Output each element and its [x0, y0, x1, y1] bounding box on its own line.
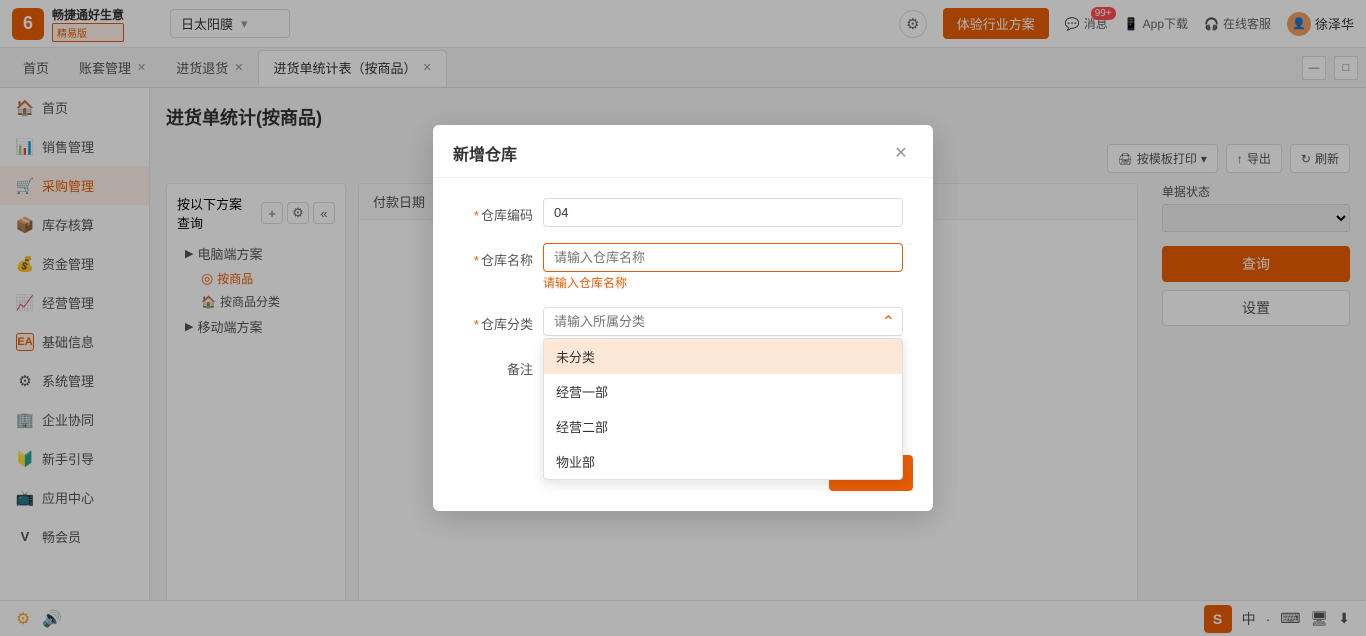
warehouse-category-row: 仓库分类 ⌃ 未分类 经营一部 经营二部 物业部	[463, 307, 903, 336]
warehouse-code-row: 仓库编码	[463, 198, 903, 227]
dropdown-item-dept3[interactable]: 物业部	[544, 444, 902, 479]
warehouse-category-input[interactable]	[543, 307, 903, 336]
new-warehouse-dialog: 新增仓库 ✕ 仓库编码 仓库名称 请输入仓库名称 仓库分类 ⌃	[433, 125, 933, 511]
name-error-message: 请输入仓库名称	[543, 274, 903, 291]
dialog-title: 新增仓库	[453, 141, 517, 165]
code-label: 仓库编码	[463, 198, 543, 224]
dropdown-item-uncategorized[interactable]: 未分类	[544, 339, 902, 374]
code-control	[543, 198, 903, 227]
remark-label: 备注	[463, 352, 543, 378]
warehouse-code-input[interactable]	[543, 198, 903, 227]
dialog-body: 仓库编码 仓库名称 请输入仓库名称 仓库分类 ⌃ 未分类 经营一部	[433, 178, 933, 455]
warehouse-name-input[interactable]	[543, 243, 903, 272]
warehouse-name-row: 仓库名称 请输入仓库名称	[463, 243, 903, 291]
dialog-close-button[interactable]: ✕	[889, 141, 913, 165]
dropdown-item-dept2[interactable]: 经营二部	[544, 409, 902, 444]
dropdown-item-dept1[interactable]: 经营一部	[544, 374, 902, 409]
dialog-header: 新增仓库 ✕	[433, 125, 933, 178]
category-dropdown: 未分类 经营一部 经营二部 物业部	[543, 338, 903, 480]
name-label: 仓库名称	[463, 243, 543, 269]
category-label: 仓库分类	[463, 307, 543, 333]
name-control: 请输入仓库名称	[543, 243, 903, 291]
category-control: ⌃ 未分类 经营一部 经营二部 物业部	[543, 307, 903, 336]
